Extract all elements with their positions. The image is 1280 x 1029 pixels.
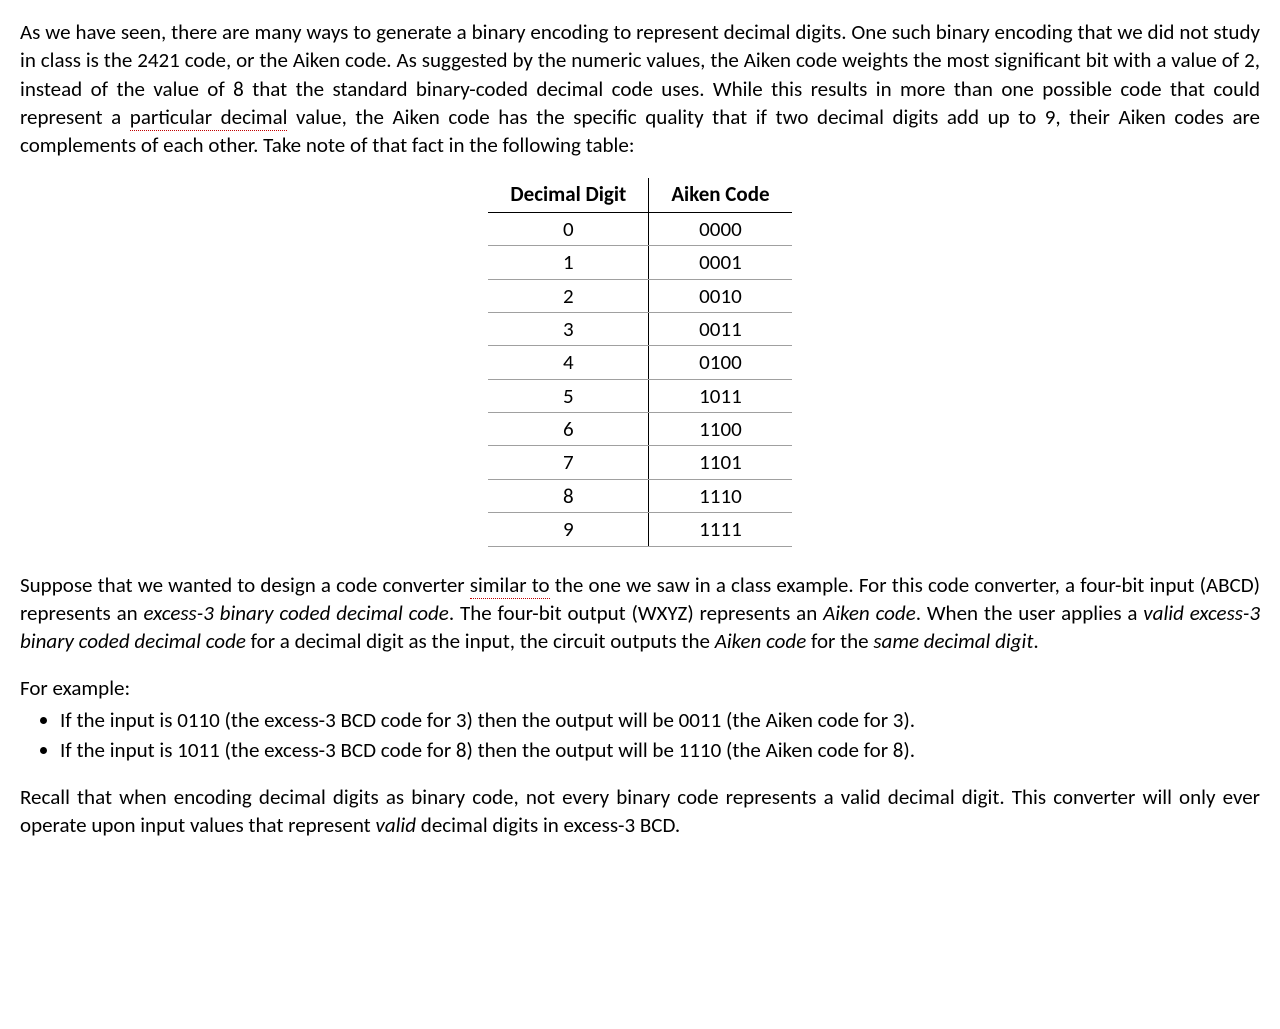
spec-text-d: . When the user applies a bbox=[916, 600, 1144, 626]
table-row: 51011 bbox=[488, 379, 791, 412]
cell-digit: 9 bbox=[488, 513, 648, 546]
cell-digit: 7 bbox=[488, 446, 648, 479]
aiken-code-table: Decimal Digit Aiken Code 00000 10001 200… bbox=[488, 178, 791, 547]
cell-digit: 8 bbox=[488, 479, 648, 512]
dotted-similar-to: similar to bbox=[470, 572, 550, 599]
table-row: 20010 bbox=[488, 279, 791, 312]
cell-digit: 5 bbox=[488, 379, 648, 412]
spec-text-g: . bbox=[1033, 628, 1038, 654]
spec-italic-5: same decimal digit bbox=[873, 628, 1033, 654]
table-row: 10001 bbox=[488, 246, 791, 279]
spec-text-a: Suppose that we wanted to design a code … bbox=[20, 572, 470, 598]
cell-digit: 3 bbox=[488, 313, 648, 346]
cell-digit: 6 bbox=[488, 413, 648, 446]
cell-code: 1101 bbox=[649, 446, 792, 479]
cell-code: 0000 bbox=[649, 213, 792, 246]
cell-code: 1011 bbox=[649, 379, 792, 412]
spec-italic-4: Aiken code bbox=[715, 628, 807, 654]
spec-text-e: for a decimal digit as the input, the ci… bbox=[246, 628, 715, 654]
table-row: 00000 bbox=[488, 213, 791, 246]
cell-code: 0001 bbox=[649, 246, 792, 279]
table-row: 81110 bbox=[488, 479, 791, 512]
table-row: 91111 bbox=[488, 513, 791, 546]
cell-code: 0011 bbox=[649, 313, 792, 346]
spec-text-c: . The four-bit output (WXYZ) represents … bbox=[449, 600, 823, 626]
recall-italic: valid bbox=[375, 812, 416, 838]
table-row: 61100 bbox=[488, 413, 791, 446]
cell-digit: 4 bbox=[488, 346, 648, 379]
cell-code: 0100 bbox=[649, 346, 792, 379]
header-decimal-digit: Decimal Digit bbox=[488, 178, 648, 213]
intro-paragraph: As we have seen, there are many ways to … bbox=[20, 18, 1260, 160]
list-item: If the input is 1011 (the excess-3 BCD c… bbox=[60, 736, 1260, 764]
spec-paragraph: Suppose that we wanted to design a code … bbox=[20, 571, 1260, 656]
cell-code: 1110 bbox=[649, 479, 792, 512]
table-header-row: Decimal Digit Aiken Code bbox=[488, 178, 791, 213]
spec-text-f: for the bbox=[806, 628, 873, 654]
list-item: If the input is 0110 (the excess-3 BCD c… bbox=[60, 706, 1260, 734]
cell-digit: 1 bbox=[488, 246, 648, 279]
cell-digit: 0 bbox=[488, 213, 648, 246]
table-row: 71101 bbox=[488, 446, 791, 479]
cell-digit: 2 bbox=[488, 279, 648, 312]
cell-code: 1111 bbox=[649, 513, 792, 546]
for-example-label: For example: bbox=[20, 674, 1260, 702]
spec-italic-1: excess-3 binary coded decimal code bbox=[144, 600, 449, 626]
table-row: 30011 bbox=[488, 313, 791, 346]
example-list: If the input is 0110 (the excess-3 BCD c… bbox=[20, 706, 1260, 765]
cell-code: 1100 bbox=[649, 413, 792, 446]
table-row: 40100 bbox=[488, 346, 791, 379]
dotted-particular-decimal: particular decimal bbox=[130, 104, 288, 131]
spec-italic-2: Aiken code bbox=[823, 600, 916, 626]
recall-paragraph: Recall that when encoding decimal digits… bbox=[20, 783, 1260, 840]
recall-text-b: decimal digits in excess-3 BCD. bbox=[416, 812, 680, 838]
header-aiken-code: Aiken Code bbox=[649, 178, 792, 213]
cell-code: 0010 bbox=[649, 279, 792, 312]
